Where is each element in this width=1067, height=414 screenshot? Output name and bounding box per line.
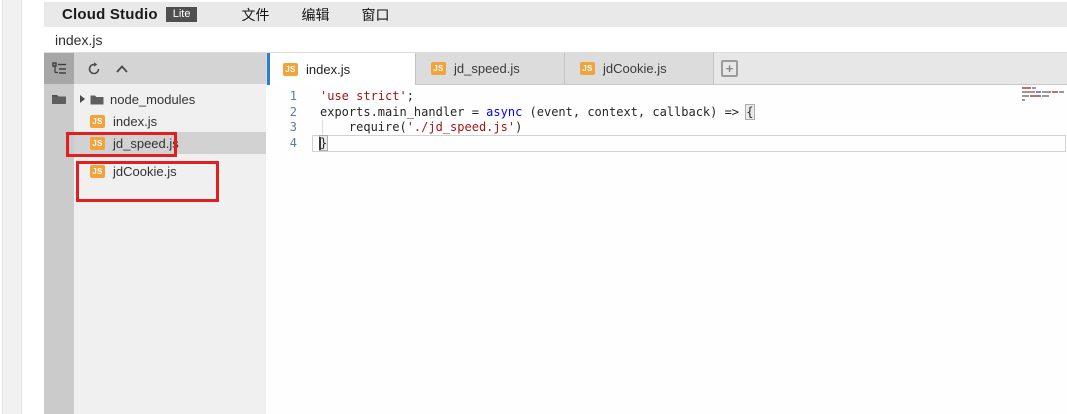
tab-jd-speed-js[interactable]: JS jd_speed.js xyxy=(416,53,565,85)
text-cursor xyxy=(319,137,321,150)
code-text: require('./jd_speed.js') xyxy=(297,120,522,136)
tab-label: jdCookie.js xyxy=(603,61,667,76)
activity-bar xyxy=(44,53,74,414)
plus-icon: + xyxy=(726,63,734,75)
left-edge-strip xyxy=(2,0,22,414)
code-line-3: 3 require('./jd_speed.js') xyxy=(266,120,1067,136)
code-text: exports.main_handler = async (event, con… xyxy=(297,105,754,121)
lite-badge: Lite xyxy=(166,7,198,22)
breadcrumb-filename: index.js xyxy=(55,32,102,48)
js-file-icon: JS xyxy=(580,62,595,75)
code-line-1: 1 'use strict'; xyxy=(266,89,1067,105)
tree-item-node-modules[interactable]: node_modules xyxy=(74,88,266,110)
minimap-line xyxy=(1022,99,1064,101)
tab-bar: JS index.js JS jd_speed.js JS jdCookie.j… xyxy=(266,53,1067,85)
file-name: index.js xyxy=(113,114,157,129)
folder-name: node_modules xyxy=(110,92,195,107)
code-text: } xyxy=(297,136,327,152)
file-explorer-panel: node_modules JS index.js JS jd_speed.js … xyxy=(74,53,266,414)
code-line-2: 2 exports.main_handler = async (event, c… xyxy=(266,105,1067,121)
tab-index-js[interactable]: JS index.js xyxy=(267,53,416,85)
app-column: Cloud Studio Lite 文件 编辑 窗口 index.js xyxy=(44,2,1067,414)
line-number: 3 xyxy=(266,120,297,136)
app-title: Cloud Studio xyxy=(62,6,158,23)
breadcrumb: index.js xyxy=(44,27,1067,53)
new-tab-button[interactable]: + xyxy=(721,60,738,77)
editor-group: JS index.js JS jd_speed.js JS jdCookie.j… xyxy=(266,53,1067,414)
activity-item-explorer[interactable] xyxy=(44,84,74,114)
tab-jdcookie-js[interactable]: JS jdCookie.js xyxy=(565,53,714,85)
tree-item-index-js[interactable]: JS index.js xyxy=(74,110,266,132)
minimap-line xyxy=(1022,95,1064,97)
menu-window[interactable]: 窗口 xyxy=(345,3,405,27)
menu-edit[interactable]: 编辑 xyxy=(285,3,345,27)
collapse-all-button[interactable] xyxy=(114,61,130,77)
minimap-line xyxy=(1022,87,1064,89)
code-editor[interactable]: 1 'use strict'; 2 exports.main_handler =… xyxy=(266,85,1067,414)
expand-arrow-icon[interactable] xyxy=(80,95,85,103)
chevron-up-icon xyxy=(116,65,128,73)
line-number: 1 xyxy=(266,89,297,105)
explorer-toolbar xyxy=(74,53,266,84)
minimap[interactable] xyxy=(1022,87,1064,103)
code-lines: 1 'use strict'; 2 exports.main_handler =… xyxy=(266,85,1067,151)
tree-view-icon xyxy=(52,62,67,75)
code-line-4: 4 } xyxy=(266,136,1067,152)
js-file-icon: JS xyxy=(90,115,105,128)
activity-item-tree-view[interactable] xyxy=(44,53,74,84)
annotation-rect-jdcookie xyxy=(76,161,219,202)
minimap-line xyxy=(1022,91,1064,93)
folder-icon xyxy=(51,93,67,105)
menu-list: 文件 编辑 窗口 xyxy=(225,3,405,27)
tab-strip-empty: + xyxy=(714,53,1067,85)
workbench-body: node_modules JS index.js JS jd_speed.js … xyxy=(44,53,1067,414)
code-text: 'use strict'; xyxy=(297,89,414,105)
annotation-rect-jd-speed xyxy=(66,132,177,157)
line-number: 2 xyxy=(266,105,297,121)
tab-label: jd_speed.js xyxy=(454,61,520,76)
refresh-button[interactable] xyxy=(86,61,102,77)
line-number: 4 xyxy=(266,136,297,152)
js-file-icon: JS xyxy=(283,63,298,76)
refresh-icon xyxy=(87,62,101,76)
menu-file[interactable]: 文件 xyxy=(225,3,285,27)
tab-label: index.js xyxy=(306,62,350,77)
menubar: Cloud Studio Lite 文件 编辑 窗口 xyxy=(44,2,1067,27)
js-file-icon: JS xyxy=(431,62,446,75)
cloud-studio-window: Cloud Studio Lite 文件 编辑 窗口 index.js xyxy=(0,0,1067,414)
folder-icon xyxy=(90,94,104,105)
